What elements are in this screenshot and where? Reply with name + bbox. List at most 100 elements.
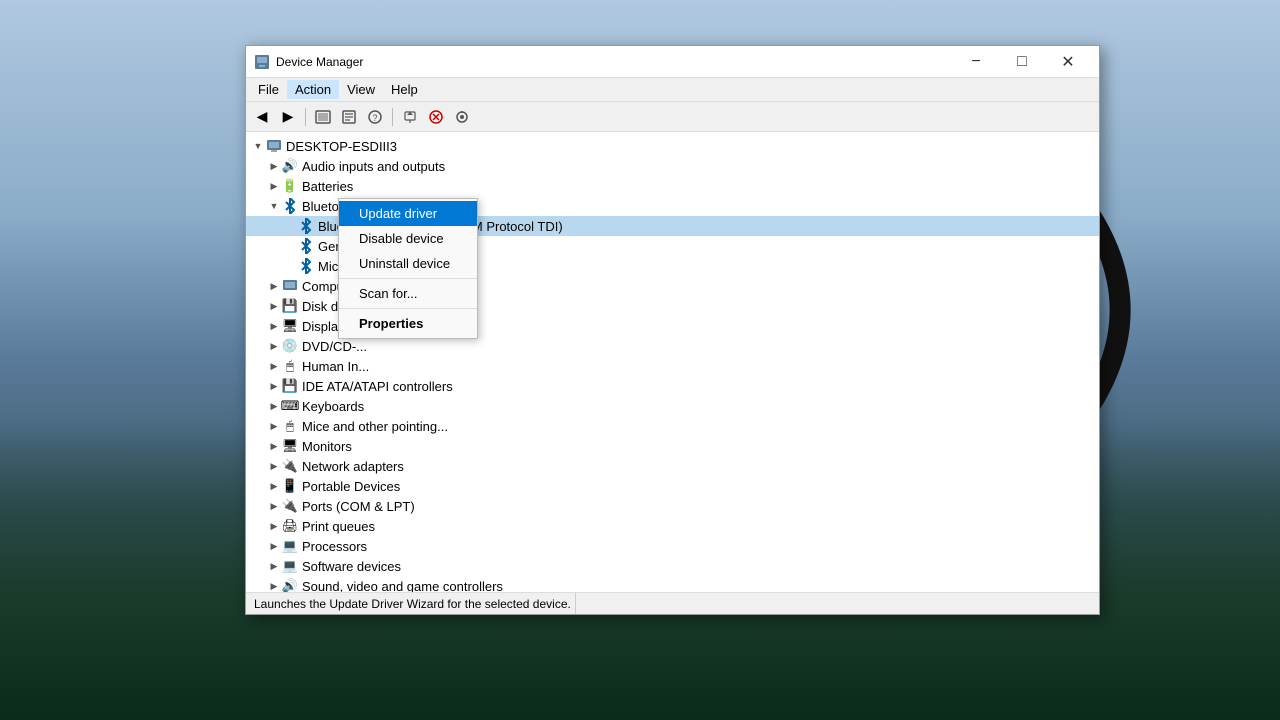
tree-sound[interactable]: ▶ 🔊 Sound, video and game controllers — [246, 576, 1099, 592]
ctx-update-driver[interactable]: Update driver — [339, 201, 477, 226]
window-title: Device Manager — [276, 55, 953, 69]
minimize-button[interactable]: − — [953, 46, 999, 78]
ctx-disable-device[interactable]: Disable device — [339, 226, 477, 251]
portable-label: Portable Devices — [302, 479, 400, 494]
root-expand[interactable]: ▼ — [250, 138, 266, 154]
batteries-expand[interactable]: ▶ — [266, 178, 282, 194]
scan-toolbar-button[interactable] — [450, 106, 474, 128]
disk-icon: 💾 — [282, 298, 298, 314]
uninstall-toolbar-button[interactable] — [424, 106, 448, 128]
menu-bar: File Action View Help — [246, 78, 1099, 102]
status-bar: Launches the Update Driver Wizard for th… — [246, 592, 1099, 614]
human-icon: 🖱 — [282, 358, 298, 374]
help-button[interactable]: ? — [363, 106, 387, 128]
microsoft-icon — [298, 258, 314, 274]
ports-icon: 🔌 — [282, 498, 298, 514]
sound-expand[interactable]: ▶ — [266, 578, 282, 592]
status-text-section: Launches the Update Driver Wizard for th… — [250, 593, 576, 614]
dvd-label: DVD/CD-... — [302, 339, 367, 354]
network-icon: 🔌 — [282, 458, 298, 474]
ctx-separator — [339, 278, 477, 279]
monitors-icon: 🖥 — [282, 438, 298, 454]
close-button[interactable]: ✕ — [1045, 46, 1091, 78]
tree-monitors[interactable]: ▶ 🖥 Monitors — [246, 436, 1099, 456]
menu-view[interactable]: View — [339, 80, 383, 99]
tree-network[interactable]: ▶ 🔌 Network adapters — [246, 456, 1099, 476]
software-expand[interactable]: ▶ — [266, 558, 282, 574]
tree-processors[interactable]: ▶ 💻 Processors — [246, 536, 1099, 556]
software-label: Software devices — [302, 559, 401, 574]
portable-expand[interactable]: ▶ — [266, 478, 282, 494]
tree-software[interactable]: ▶ 💻 Software devices — [246, 556, 1099, 576]
ctx-scan-for[interactable]: Scan for... — [339, 281, 477, 306]
processors-label: Processors — [302, 539, 367, 554]
tree-root[interactable]: ▼ DESKTOP-ESDIII3 — [246, 136, 1099, 156]
maximize-button[interactable]: □ — [999, 46, 1045, 78]
title-bar: Device Manager − □ ✕ — [246, 46, 1099, 78]
computer-icon — [266, 138, 282, 154]
dvd-icon: 💿 — [282, 338, 298, 354]
properties-button[interactable] — [337, 106, 361, 128]
audio-expand[interactable]: ▶ — [266, 158, 282, 174]
computers-expand[interactable]: ▶ — [266, 278, 282, 294]
audio-icon: 🔊 — [282, 158, 298, 174]
bluetooth-icon — [282, 198, 298, 214]
window-controls: − □ ✕ — [953, 46, 1091, 78]
toolbar: ◀ ▶ ? — [246, 102, 1099, 132]
disk-expand[interactable]: ▶ — [266, 298, 282, 314]
status-empty — [576, 593, 1095, 614]
tree-portable[interactable]: ▶ 📱 Portable Devices — [246, 476, 1099, 496]
generic-icon — [298, 238, 314, 254]
tree-ide[interactable]: ▶ 💾 IDE ATA/ATAPI controllers — [246, 376, 1099, 396]
monitors-label: Monitors — [302, 439, 352, 454]
ports-expand[interactable]: ▶ — [266, 498, 282, 514]
update-driver-toolbar-button[interactable] — [398, 106, 422, 128]
display-expand[interactable]: ▶ — [266, 318, 282, 334]
monitors-expand[interactable]: ▶ — [266, 438, 282, 454]
ide-expand[interactable]: ▶ — [266, 378, 282, 394]
keyboards-icon: ⌨ — [282, 398, 298, 414]
human-expand[interactable]: ▶ — [266, 358, 282, 374]
context-menu: Update driver Disable device Uninstall d… — [338, 198, 478, 339]
keyboards-expand[interactable]: ▶ — [266, 398, 282, 414]
ports-label: Ports (COM & LPT) — [302, 499, 415, 514]
menu-action[interactable]: Action — [287, 80, 339, 99]
forward-button[interactable]: ▶ — [276, 106, 300, 128]
mice-expand[interactable]: ▶ — [266, 418, 282, 434]
bt-device-expand[interactable] — [282, 218, 298, 234]
menu-file[interactable]: File — [250, 80, 287, 99]
tree-batteries[interactable]: ▶ 🔋 Batteries — [246, 176, 1099, 196]
tree-print[interactable]: ▶ 🖨 Print queues — [246, 516, 1099, 536]
tree-mice[interactable]: ▶ 🖱 Mice and other pointing... — [246, 416, 1099, 436]
ctx-uninstall-device[interactable]: Uninstall device — [339, 251, 477, 276]
toolbar-separator-2 — [392, 108, 393, 126]
dvd-expand[interactable]: ▶ — [266, 338, 282, 354]
status-text: Launches the Update Driver Wizard for th… — [254, 597, 571, 611]
portable-icon: 📱 — [282, 478, 298, 494]
tree-ports[interactable]: ▶ 🔌 Ports (COM & LPT) — [246, 496, 1099, 516]
audio-label: Audio inputs and outputs — [302, 159, 445, 174]
processors-expand[interactable]: ▶ — [266, 538, 282, 554]
batteries-label: Batteries — [302, 179, 353, 194]
print-icon: 🖨 — [282, 518, 298, 534]
bluetooth-expand[interactable]: ▼ — [266, 198, 282, 214]
root-label: DESKTOP-ESDIII3 — [286, 139, 397, 154]
keyboards-label: Keyboards — [302, 399, 364, 414]
mice-icon: 🖱 — [282, 418, 298, 434]
tree-keyboards[interactable]: ▶ ⌨ Keyboards — [246, 396, 1099, 416]
generic-expand[interactable] — [282, 238, 298, 254]
tree-human[interactable]: ▶ 🖱 Human In... — [246, 356, 1099, 376]
show-hidden-button[interactable] — [311, 106, 335, 128]
window-icon — [254, 54, 270, 70]
tree-audio[interactable]: ▶ 🔊 Audio inputs and outputs — [246, 156, 1099, 176]
toolbar-separator-1 — [305, 108, 306, 126]
print-label: Print queues — [302, 519, 375, 534]
tree-dvd[interactable]: ▶ 💿 DVD/CD-... — [246, 336, 1099, 356]
mice-label: Mice and other pointing... — [302, 419, 448, 434]
network-expand[interactable]: ▶ — [266, 458, 282, 474]
print-expand[interactable]: ▶ — [266, 518, 282, 534]
back-button[interactable]: ◀ — [250, 106, 274, 128]
menu-help[interactable]: Help — [383, 80, 426, 99]
ctx-properties[interactable]: Properties — [339, 311, 477, 336]
microsoft-expand[interactable] — [282, 258, 298, 274]
